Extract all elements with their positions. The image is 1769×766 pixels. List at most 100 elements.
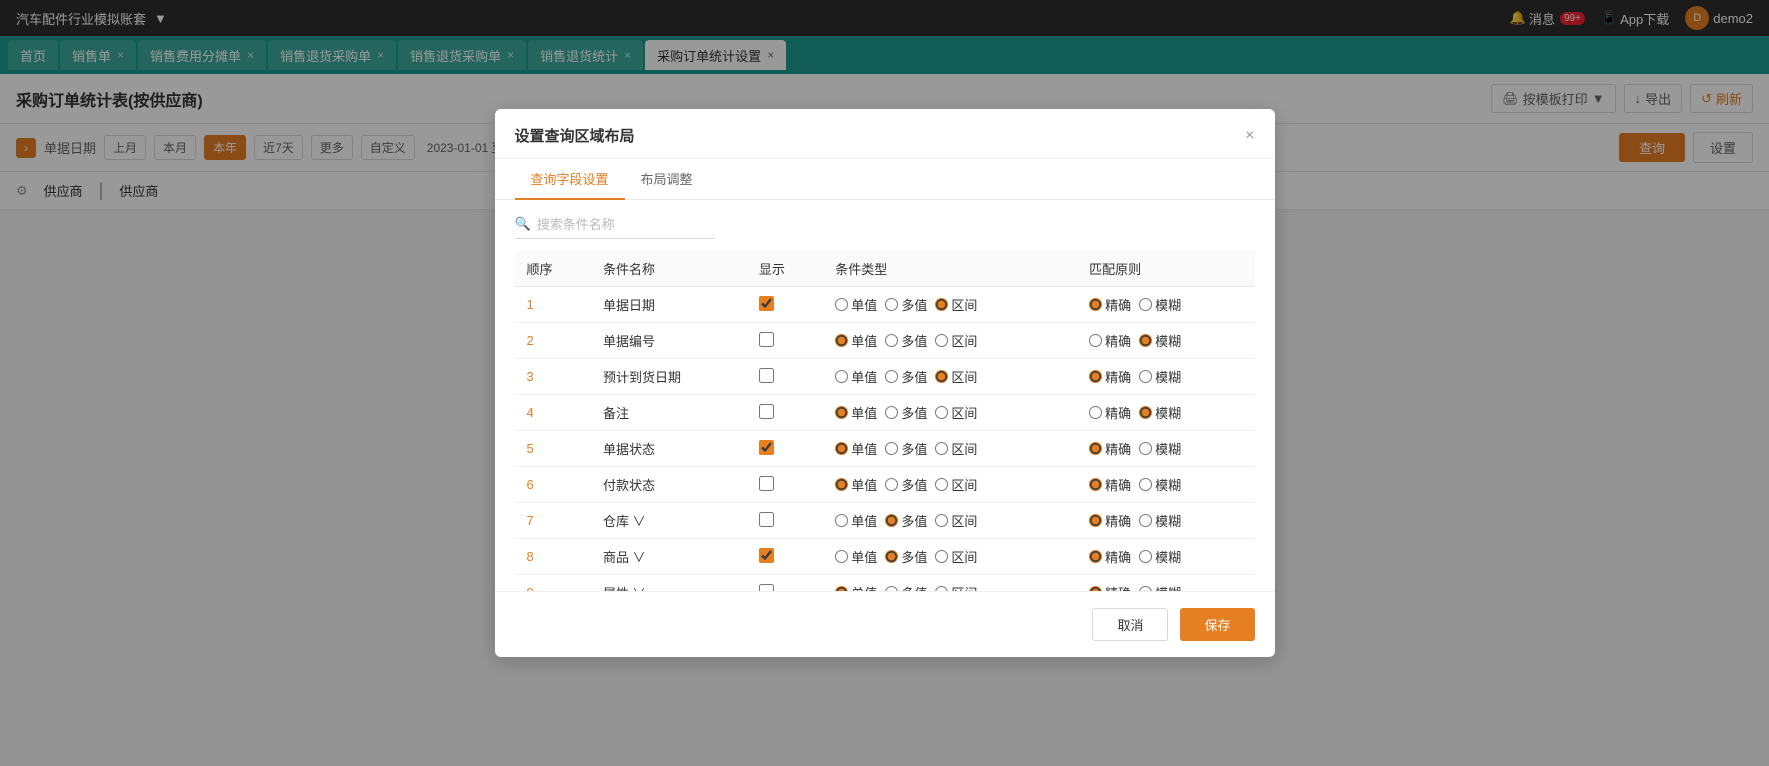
radio-match-精确[interactable]: 精确 [1089, 331, 1131, 350]
row-condition-name: 商品 ∨ [591, 539, 747, 575]
table-row: 1单据日期单值多值区间精确模糊 [515, 287, 1255, 323]
radio-type-多值[interactable]: 多值 [885, 403, 927, 422]
th-order: 顺序 [515, 251, 591, 287]
radio-type-区间[interactable]: 区间 [935, 403, 977, 422]
radio-type-单值[interactable]: 单值 [835, 547, 877, 566]
radio-type-多值[interactable]: 多值 [885, 367, 927, 386]
modal-tabs: 查询字段设置 布局调整 [495, 159, 1275, 200]
row-condition-name: 属性 ∨ [591, 575, 747, 592]
row-order: 4 [515, 395, 591, 431]
table-row: 9属性 ∨单值多值区间精确模糊 [515, 575, 1255, 592]
radio-type-多值[interactable]: 多值 [885, 331, 927, 350]
display-checkbox[interactable] [759, 368, 774, 383]
table-row: 2单据编号单值多值区间精确模糊 [515, 323, 1255, 359]
row-match-cell: 精确模糊 [1077, 431, 1254, 467]
radio-match-精确[interactable]: 精确 [1089, 511, 1131, 530]
row-type-cell: 单值多值区间 [823, 359, 1077, 395]
radio-match-模糊[interactable]: 模糊 [1139, 583, 1181, 591]
radio-match-模糊[interactable]: 模糊 [1139, 331, 1181, 350]
row-condition-name: 单据日期 [591, 287, 747, 323]
radio-match-模糊[interactable]: 模糊 [1139, 403, 1181, 422]
radio-type-单值[interactable]: 单值 [835, 331, 877, 350]
display-checkbox[interactable] [759, 512, 774, 527]
radio-match-精确[interactable]: 精确 [1089, 295, 1131, 314]
row-match-cell: 精确模糊 [1077, 359, 1254, 395]
radio-type-单值[interactable]: 单值 [835, 295, 877, 314]
row-match-cell: 精确模糊 [1077, 575, 1254, 592]
radio-match-精确[interactable]: 精确 [1089, 547, 1131, 566]
row-type-cell: 单值多值区间 [823, 287, 1077, 323]
modal-close-button[interactable]: × [1245, 128, 1254, 144]
search-input[interactable] [537, 217, 697, 232]
row-order: 8 [515, 539, 591, 575]
row-condition-name: 单据编号 [591, 323, 747, 359]
save-button[interactable]: 保存 [1180, 608, 1254, 641]
row-order: 7 [515, 503, 591, 539]
row-type-cell: 单值多值区间 [823, 539, 1077, 575]
row-type-cell: 单值多值区间 [823, 431, 1077, 467]
radio-type-多值[interactable]: 多值 [885, 295, 927, 314]
radio-type-单值[interactable]: 单值 [835, 367, 877, 386]
radio-type-多值[interactable]: 多值 [885, 439, 927, 458]
radio-type-多值[interactable]: 多值 [885, 547, 927, 566]
display-checkbox[interactable] [759, 476, 774, 491]
search-bar: 🔍 [515, 216, 715, 239]
row-display-cell [747, 359, 823, 395]
row-type-cell: 单值多值区间 [823, 395, 1077, 431]
modal-tab-layout-label: 布局调整 [641, 172, 693, 187]
modal-tab-fields[interactable]: 查询字段设置 [515, 159, 625, 200]
radio-type-单值[interactable]: 单值 [835, 403, 877, 422]
display-checkbox[interactable] [759, 440, 774, 455]
row-display-cell [747, 431, 823, 467]
modal-tab-layout[interactable]: 布局调整 [625, 159, 709, 200]
row-display-cell [747, 467, 823, 503]
row-match-cell: 精确模糊 [1077, 287, 1254, 323]
row-condition-name: 单据状态 [591, 431, 747, 467]
table-row: 4备注单值多值区间精确模糊 [515, 395, 1255, 431]
display-checkbox[interactable] [759, 296, 774, 311]
radio-type-区间[interactable]: 区间 [935, 583, 977, 591]
radio-type-区间[interactable]: 区间 [935, 331, 977, 350]
radio-type-单值[interactable]: 单值 [835, 583, 877, 591]
radio-match-精确[interactable]: 精确 [1089, 367, 1131, 386]
radio-type-多值[interactable]: 多值 [885, 583, 927, 591]
radio-match-模糊[interactable]: 模糊 [1139, 547, 1181, 566]
row-order: 3 [515, 359, 591, 395]
radio-match-模糊[interactable]: 模糊 [1139, 439, 1181, 458]
cancel-button[interactable]: 取消 [1092, 608, 1168, 641]
display-checkbox[interactable] [759, 584, 774, 592]
radio-type-区间[interactable]: 区间 [935, 367, 977, 386]
row-type-cell: 单值多值区间 [823, 323, 1077, 359]
radio-type-多值[interactable]: 多值 [885, 475, 927, 494]
row-match-cell: 精确模糊 [1077, 323, 1254, 359]
radio-type-区间[interactable]: 区间 [935, 547, 977, 566]
display-checkbox[interactable] [759, 332, 774, 347]
modal-body: 🔍 顺序 条件名称 显示 条件类型 匹配原则 [495, 200, 1275, 591]
row-display-cell [747, 287, 823, 323]
radio-type-区间[interactable]: 区间 [935, 439, 977, 458]
radio-type-区间[interactable]: 区间 [935, 511, 977, 530]
radio-match-模糊[interactable]: 模糊 [1139, 475, 1181, 494]
radio-type-区间[interactable]: 区间 [935, 295, 977, 314]
radio-match-精确[interactable]: 精确 [1089, 583, 1131, 591]
radio-type-单值[interactable]: 单值 [835, 475, 877, 494]
row-match-cell: 精确模糊 [1077, 503, 1254, 539]
row-display-cell [747, 575, 823, 592]
radio-type-单值[interactable]: 单值 [835, 439, 877, 458]
row-order: 5 [515, 431, 591, 467]
display-checkbox[interactable] [759, 548, 774, 563]
radio-match-模糊[interactable]: 模糊 [1139, 511, 1181, 530]
row-condition-name: 仓库 ∨ [591, 503, 747, 539]
row-match-cell: 精确模糊 [1077, 539, 1254, 575]
radio-match-精确[interactable]: 精确 [1089, 403, 1131, 422]
radio-match-模糊[interactable]: 模糊 [1139, 295, 1181, 314]
display-checkbox[interactable] [759, 404, 774, 419]
row-display-cell [747, 323, 823, 359]
radio-type-多值[interactable]: 多值 [885, 511, 927, 530]
radio-match-模糊[interactable]: 模糊 [1139, 367, 1181, 386]
radio-type-区间[interactable]: 区间 [935, 475, 977, 494]
radio-type-单值[interactable]: 单值 [835, 511, 877, 530]
row-type-cell: 单值多值区间 [823, 467, 1077, 503]
radio-match-精确[interactable]: 精确 [1089, 439, 1131, 458]
radio-match-精确[interactable]: 精确 [1089, 475, 1131, 494]
